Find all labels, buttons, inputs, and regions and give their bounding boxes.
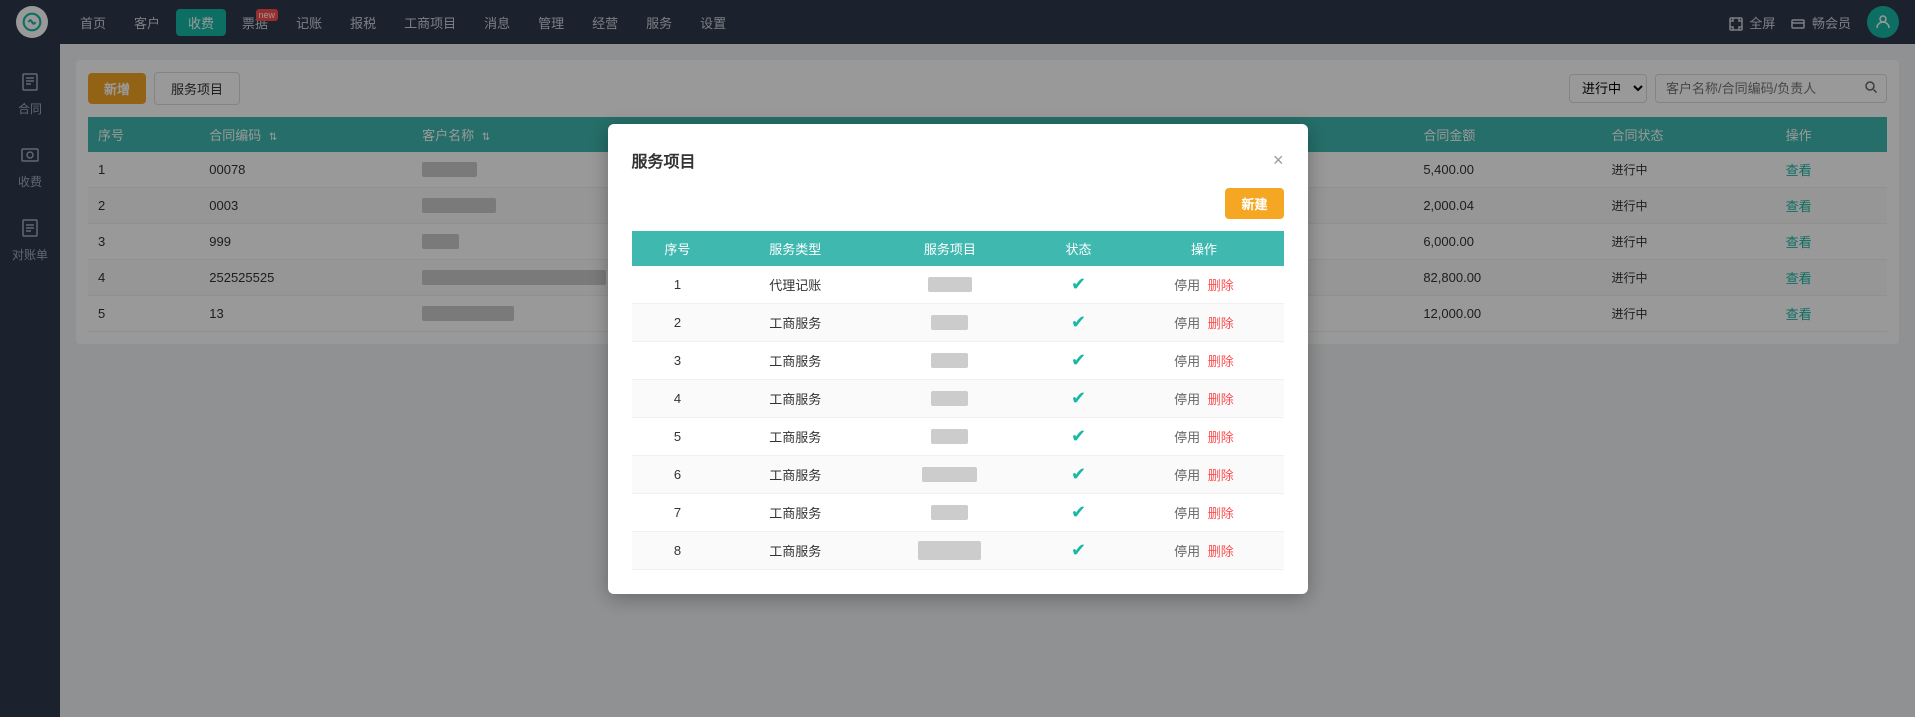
modal-cell-service-type: 工商服务 (723, 531, 867, 569)
modal-cell-seq: 2 (632, 303, 724, 341)
modal-table-row: 5 工商服务 ████ ✔ 停用 删除 (632, 417, 1284, 455)
modal-cell-status: ✔ (1033, 266, 1125, 304)
modal-cell-seq: 8 (632, 531, 724, 569)
modal-cell-actions: 停用 删除 (1124, 531, 1283, 569)
modal-cell-service-type: 工商服务 (723, 379, 867, 417)
modal-table-row: 3 工商服务 ████ ✔ 停用 删除 (632, 341, 1284, 379)
modal-scroll-area[interactable]: 序号 服务类型 服务项目 状态 操作 1 代理记账 ████1 ✔ 停用 删除 … (632, 231, 1284, 570)
modal-cell-service-type: 工商服务 (723, 417, 867, 455)
stop-button[interactable]: 停用 (1174, 316, 1200, 331)
modal-table-row: 8 工商服务 ████注册 ✔ 停用 删除 (632, 531, 1284, 569)
modal-col-seq: 序号 (632, 231, 724, 266)
stop-button[interactable]: 停用 (1174, 468, 1200, 483)
modal-cell-service-item: ████注册 (867, 531, 1032, 569)
delete-button[interactable]: 删除 (1208, 316, 1234, 331)
delete-button[interactable]: 删除 (1208, 354, 1234, 369)
status-check-icon: ✔ (1071, 274, 1086, 294)
delete-button[interactable]: 删除 (1208, 278, 1234, 293)
modal-cell-service-type: 工商服务 (723, 303, 867, 341)
stop-button[interactable]: 停用 (1174, 392, 1200, 407)
modal-cell-actions: 停用 删除 (1124, 266, 1283, 304)
modal-cell-service-item: ████ (867, 341, 1032, 379)
modal-cell-actions: 停用 删除 (1124, 341, 1283, 379)
modal-cell-seq: 6 (632, 455, 724, 493)
modal-col-service-item: 服务项目 (867, 231, 1032, 266)
modal-table-row: 4 工商服务 ████ ✔ 停用 删除 (632, 379, 1284, 417)
status-check-icon: ✔ (1071, 426, 1086, 446)
service-modal: 服务项目 × 新建 序号 服务类型 服务项目 状态 操作 1 代理记账 ████ (608, 124, 1308, 594)
modal-cell-status: ✔ (1033, 303, 1125, 341)
modal-cell-seq: 5 (632, 417, 724, 455)
stop-button[interactable]: 停用 (1174, 278, 1200, 293)
modal-close-button[interactable]: × (1273, 151, 1284, 169)
modal-cell-seq: 3 (632, 341, 724, 379)
modal-cell-actions: 停用 删除 (1124, 493, 1283, 531)
status-check-icon: ✔ (1071, 464, 1086, 484)
modal-cell-status: ✔ (1033, 417, 1125, 455)
modal-col-action: 操作 (1124, 231, 1283, 266)
delete-button[interactable]: 删除 (1208, 468, 1234, 483)
modal-cell-service-item: ████ (867, 417, 1032, 455)
modal-col-status: 状态 (1033, 231, 1125, 266)
status-check-icon: ✔ (1071, 312, 1086, 332)
modal-table-row: 2 工商服务 ████ ✔ 停用 删除 (632, 303, 1284, 341)
modal-table-row: 7 工商服务 ████ ✔ 停用 删除 (632, 493, 1284, 531)
delete-button[interactable]: 删除 (1208, 430, 1234, 445)
modal-cell-actions: 停用 删除 (1124, 303, 1283, 341)
modal-cell-seq: 4 (632, 379, 724, 417)
modal-cell-service-item: ████ (867, 493, 1032, 531)
modal-cell-actions: 停用 删除 (1124, 417, 1283, 455)
modal-cell-service-type: 工商服务 (723, 455, 867, 493)
stop-button[interactable]: 停用 (1174, 430, 1200, 445)
modal-cell-service-type: 工商服务 (723, 493, 867, 531)
modal-table: 序号 服务类型 服务项目 状态 操作 1 代理记账 ████1 ✔ 停用 删除 … (632, 231, 1284, 570)
modal-new-button[interactable]: 新建 (1225, 188, 1283, 219)
status-check-icon: ✔ (1071, 388, 1086, 408)
delete-button[interactable]: 删除 (1208, 506, 1234, 521)
stop-button[interactable]: 停用 (1174, 506, 1200, 521)
modal-cell-service-item: ████ (867, 379, 1032, 417)
modal-title: 服务项目 (632, 148, 696, 172)
modal-toolbar: 新建 (632, 188, 1284, 219)
modal-col-service-type: 服务类型 (723, 231, 867, 266)
status-check-icon: ✔ (1071, 350, 1086, 370)
modal-cell-status: ✔ (1033, 341, 1125, 379)
modal-cell-status: ✔ (1033, 531, 1125, 569)
modal-overlay[interactable]: 服务项目 × 新建 序号 服务类型 服务项目 状态 操作 1 代理记账 ████ (0, 0, 1915, 717)
modal-cell-status: ✔ (1033, 455, 1125, 493)
modal-cell-actions: 停用 删除 (1124, 379, 1283, 417)
delete-button[interactable]: 删除 (1208, 392, 1234, 407)
modal-cell-service-type: 代理记账 (723, 266, 867, 304)
modal-cell-actions: 停用 删除 (1124, 455, 1283, 493)
modal-header: 服务项目 × (632, 148, 1284, 172)
stop-button[interactable]: 停用 (1174, 354, 1200, 369)
modal-cell-seq: 7 (632, 493, 724, 531)
modal-cell-service-item: ████ (867, 303, 1032, 341)
modal-table-row: 1 代理记账 ████1 ✔ 停用 删除 (632, 266, 1284, 304)
status-check-icon: ✔ (1071, 502, 1086, 522)
stop-button[interactable]: 停用 (1174, 544, 1200, 559)
modal-cell-status: ✔ (1033, 493, 1125, 531)
modal-cell-status: ✔ (1033, 379, 1125, 417)
modal-cell-seq: 1 (632, 266, 724, 304)
status-check-icon: ✔ (1071, 540, 1086, 560)
modal-cell-service-item: ██████ (867, 455, 1032, 493)
modal-cell-service-type: 工商服务 (723, 341, 867, 379)
delete-button[interactable]: 删除 (1208, 544, 1234, 559)
modal-table-row: 6 工商服务 ██████ ✔ 停用 删除 (632, 455, 1284, 493)
modal-cell-service-item: ████1 (867, 266, 1032, 304)
